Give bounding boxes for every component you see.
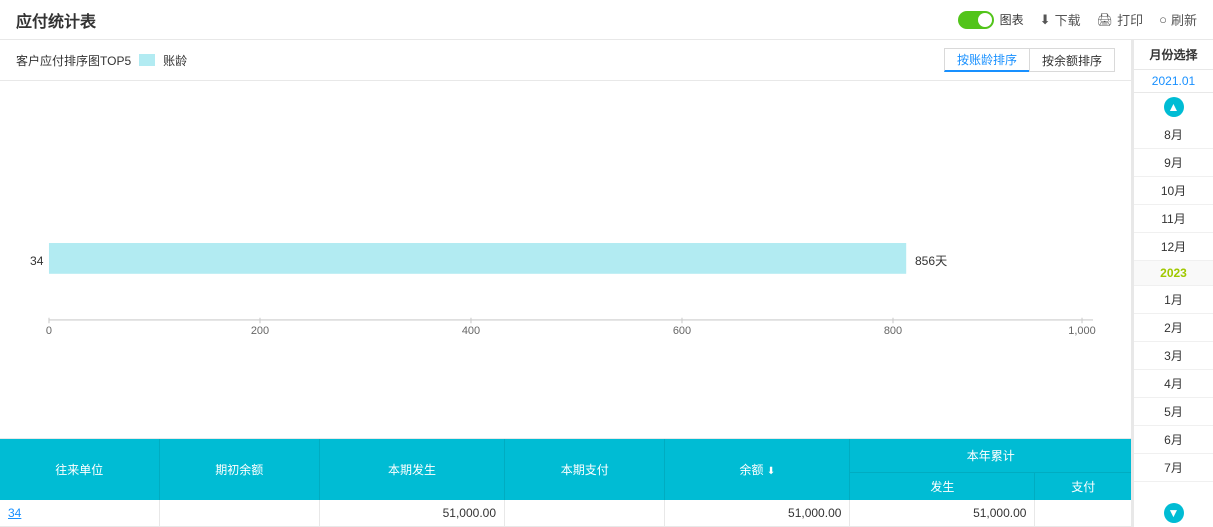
toggle-slider	[958, 11, 994, 29]
bar-value-label: 856天	[915, 254, 947, 268]
cell-occurrence: 51,000.00	[319, 500, 504, 527]
main-content: 客户应付排序图TOP5 账龄 按账龄排序 按余额排序 34 856天	[0, 40, 1213, 527]
print-button[interactable]: 🖨 打印	[1097, 10, 1144, 29]
print-icon: 🖨	[1097, 12, 1114, 28]
data-table: 往来单位 期初余额 本期发生 本期支付 余额 ⬇ 本年累计	[0, 439, 1131, 527]
header-actions: 图表 ⬇ 下载 🖨 打印 ○ 刷新	[958, 10, 1197, 29]
up-arrow-icon[interactable]: ▲	[1164, 97, 1184, 117]
download-icon: ⬇	[1040, 12, 1051, 28]
legend-color-label: 账龄	[163, 52, 187, 69]
col-ytd-occurrence-subheader: 发生	[850, 473, 1035, 501]
col-occurrence-header: 本期发生	[319, 439, 504, 500]
toggle-switch-label[interactable]	[958, 11, 994, 29]
chart-bar	[49, 243, 906, 274]
down-arrow-icon[interactable]: ▼	[1164, 503, 1184, 523]
refresh-button[interactable]: ○ 刷新	[1159, 10, 1197, 29]
month-item-feb[interactable]: 2月	[1134, 314, 1213, 342]
month-item-sep[interactable]: 9月	[1134, 149, 1213, 177]
sort-by-amount-button[interactable]: 按余额排序	[1029, 48, 1115, 72]
month-item-may[interactable]: 5月	[1134, 398, 1213, 426]
svg-text:200: 200	[251, 325, 269, 337]
cell-ytd-payment	[1035, 500, 1131, 527]
sort-buttons: 按账龄排序 按余额排序	[944, 48, 1115, 72]
page-title: 应付统计表	[16, 8, 96, 32]
table-row: 34 51,000.00 51,000.00 51,000.00	[0, 500, 1131, 527]
month-item-apr[interactable]: 4月	[1134, 370, 1213, 398]
download-button[interactable]: ⬇ 下载	[1040, 10, 1081, 29]
balance-icon: ⬇	[767, 466, 775, 477]
sort-by-balance-button[interactable]: 按账龄排序	[944, 48, 1029, 72]
refresh-label: 刷新	[1171, 10, 1197, 29]
month-item-nov[interactable]: 11月	[1134, 205, 1213, 233]
cell-balance: 51,000.00	[665, 500, 850, 527]
legend-color-box	[139, 54, 155, 66]
sidebar-title: 月份选择	[1134, 40, 1213, 70]
svg-text:1,000: 1,000	[1068, 325, 1096, 337]
svg-text:600: 600	[673, 325, 691, 337]
col-unit-header: 往来单位	[0, 439, 159, 500]
header: 应付统计表 图表 ⬇ 下载 🖨 打印 ○ 刷新	[0, 0, 1213, 40]
sidebar-down-button[interactable]: ▼	[1134, 499, 1213, 527]
month-list: 8月 9月 10月 11月 12月 2023 1月 2月 3月 4月 5月 6月…	[1134, 121, 1213, 499]
col-ytd-payment-subheader: 支付	[1035, 473, 1131, 501]
chart-toggle[interactable]: 图表	[958, 11, 1024, 29]
table-section: 往来单位 期初余额 本期发生 本期支付 余额 ⬇ 本年累计	[0, 438, 1131, 527]
month-sidebar: 月份选择 2021.01 ▲ 8月 9月 10月 11月 12月 2023 1月…	[1133, 40, 1213, 527]
bar-label: 34	[30, 254, 44, 268]
month-item-oct[interactable]: 10月	[1134, 177, 1213, 205]
col-payment-header: 本期支付	[505, 439, 665, 500]
svg-text:800: 800	[884, 325, 902, 337]
chart-svg: 34 856天 0 200 400 600 800 1,000	[16, 89, 1115, 430]
cell-unit: 34	[0, 500, 159, 527]
app-container: 应付统计表 图表 ⬇ 下载 🖨 打印 ○ 刷新	[0, 0, 1213, 527]
chart-area: 34 856天 0 200 400 600 800 1,000	[0, 81, 1131, 438]
table-header-row: 往来单位 期初余额 本期发生 本期支付 余额 ⬇ 本年累计	[0, 439, 1131, 473]
table-wrapper: 往来单位 期初余额 本期发生 本期支付 余额 ⬇ 本年累计	[0, 439, 1131, 527]
chart-header: 客户应付排序图TOP5 账龄 按账龄排序 按余额排序	[0, 40, 1131, 81]
col-ytd-header: 本年累计	[850, 439, 1131, 473]
month-item-dec[interactable]: 12月	[1134, 233, 1213, 261]
col-opening-header: 期初余额	[159, 439, 319, 500]
month-item-aug[interactable]: 8月	[1134, 121, 1213, 149]
svg-text:0: 0	[46, 325, 52, 337]
month-item-jan[interactable]: 1月	[1134, 286, 1213, 314]
chart-legend: 客户应付排序图TOP5 账龄	[16, 52, 187, 69]
legend-title: 客户应付排序图TOP5	[16, 52, 131, 69]
download-label: 下载	[1055, 10, 1081, 29]
cell-payment	[505, 500, 665, 527]
cell-ytd-occurrence: 51,000.00	[850, 500, 1035, 527]
sidebar-year[interactable]: 2021.01	[1134, 70, 1213, 93]
chart-toggle-label: 图表	[1000, 11, 1024, 28]
month-item-jul[interactable]: 7月	[1134, 454, 1213, 482]
year-marker-2023: 2023	[1134, 261, 1213, 286]
month-item-mar[interactable]: 3月	[1134, 342, 1213, 370]
print-label: 打印	[1117, 10, 1143, 29]
chart-section: 客户应付排序图TOP5 账龄 按账龄排序 按余额排序 34 856天	[0, 40, 1131, 527]
month-item-jun[interactable]: 6月	[1134, 426, 1213, 454]
svg-text:400: 400	[462, 325, 480, 337]
col-balance-header: 余额 ⬇	[665, 439, 850, 500]
cell-opening-balance	[159, 500, 319, 527]
refresh-icon: ○	[1159, 12, 1167, 27]
unit-link[interactable]: 34	[8, 506, 21, 520]
sidebar-up-button[interactable]: ▲	[1134, 93, 1213, 121]
